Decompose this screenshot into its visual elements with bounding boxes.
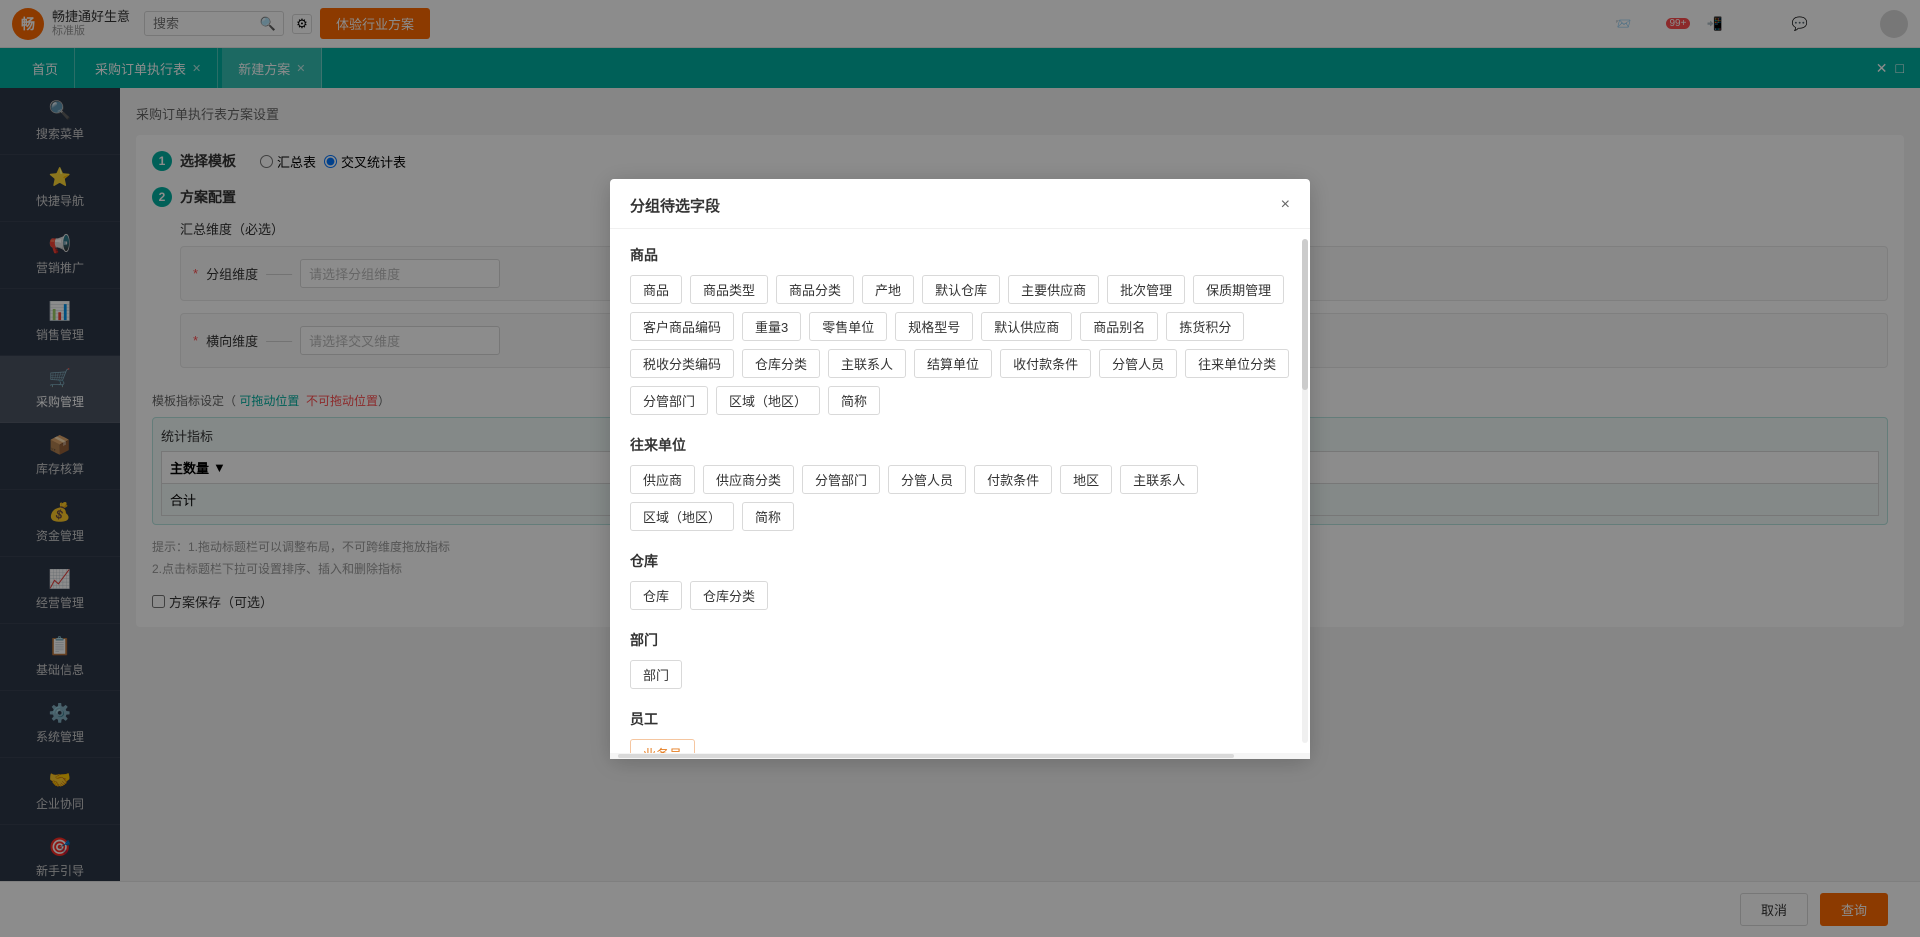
modal-overlay: 分组待选字段 × 商品 商品 商品类型 商品分类 产地 默认仓库 主要供应商 批… [0,0,1920,937]
field-tag[interactable]: 业务员 [630,739,695,753]
field-tag[interactable]: 客户商品编码 [630,312,734,341]
field-tag[interactable]: 默认仓库 [922,275,1000,304]
field-tag[interactable]: 商品别名 [1080,312,1158,341]
field-tag[interactable]: 批次管理 [1107,275,1185,304]
field-group-partner: 往来单位 供应商 供应商分类 分管部门 分管人员 付款条件 地区 主联系人 区域… [630,435,1290,531]
field-tag[interactable]: 分管人员 [1099,349,1177,378]
field-tag[interactable]: 默认供应商 [981,312,1072,341]
employee-fields: 业务员 [630,739,1290,753]
modal-dialog: 分组待选字段 × 商品 商品 商品类型 商品分类 产地 默认仓库 主要供应商 批… [610,179,1310,759]
warehouse-fields: 仓库 仓库分类 [630,581,1290,610]
field-tag[interactable]: 保质期管理 [1193,275,1284,304]
field-group-warehouse: 仓库 仓库 仓库分类 [630,551,1290,610]
goods-group-title: 商品 [630,245,1290,265]
field-tag[interactable]: 往来单位分类 [1185,349,1289,378]
field-tag[interactable]: 简称 [828,386,880,415]
field-tag[interactable]: 收付款条件 [1000,349,1091,378]
field-tag[interactable]: 产地 [862,275,914,304]
field-group-employee: 员工 业务员 [630,709,1290,753]
partner-group-title: 往来单位 [630,435,1290,455]
goods-fields: 商品 商品类型 商品分类 产地 默认仓库 主要供应商 批次管理 保质期管理 客户… [630,275,1290,415]
field-tag[interactable]: 区域（地区） [630,502,734,531]
field-tag[interactable]: 分管人员 [888,465,966,494]
modal-scrollbar-v[interactable] [1302,239,1308,743]
department-group-title: 部门 [630,630,1290,650]
field-tag[interactable]: 规格型号 [895,312,973,341]
field-tag[interactable]: 付款条件 [974,465,1052,494]
field-tag[interactable]: 主要供应商 [1008,275,1099,304]
field-tag[interactable]: 零售单位 [809,312,887,341]
department-fields: 部门 [630,660,1290,689]
field-tag[interactable]: 简称 [742,502,794,531]
field-tag[interactable]: 部门 [630,660,682,689]
field-tag[interactable]: 商品分类 [776,275,854,304]
scrollbar-thumb [1302,239,1308,390]
field-tag[interactable]: 地区 [1060,465,1112,494]
modal-title: 分组待选字段 [630,195,720,216]
field-tag[interactable]: 拣货积分 [1166,312,1244,341]
warehouse-group-title: 仓库 [630,551,1290,571]
field-tag[interactable]: 分管部门 [802,465,880,494]
field-tag[interactable]: 区域（地区） [716,386,820,415]
modal-scrollbar-h [610,753,1310,759]
field-tag[interactable]: 商品类型 [690,275,768,304]
employee-group-title: 员工 [630,709,1290,729]
modal-header: 分组待选字段 × [610,179,1310,229]
field-tag[interactable]: 供应商 [630,465,695,494]
field-group-goods: 商品 商品 商品类型 商品分类 产地 默认仓库 主要供应商 批次管理 保质期管理… [630,245,1290,415]
field-tag[interactable]: 仓库分类 [690,581,768,610]
modal-body[interactable]: 商品 商品 商品类型 商品分类 产地 默认仓库 主要供应商 批次管理 保质期管理… [610,229,1310,753]
field-group-department: 部门 部门 [630,630,1290,689]
modal-close-btn[interactable]: × [1281,196,1290,214]
field-tag[interactable]: 供应商分类 [703,465,794,494]
field-tag[interactable]: 商品 [630,275,682,304]
field-tag[interactable]: 税收分类编码 [630,349,734,378]
field-tag[interactable]: 仓库分类 [742,349,820,378]
field-tag[interactable]: 仓库 [630,581,682,610]
partner-fields: 供应商 供应商分类 分管部门 分管人员 付款条件 地区 主联系人 区域（地区） … [630,465,1290,531]
field-tag[interactable]: 重量3 [742,312,801,341]
field-tag[interactable]: 结算单位 [914,349,992,378]
field-tag[interactable]: 分管部门 [630,386,708,415]
scrollbar-h-thumb [618,754,1234,758]
field-tag[interactable]: 主联系人 [828,349,906,378]
field-tag[interactable]: 主联系人 [1120,465,1198,494]
